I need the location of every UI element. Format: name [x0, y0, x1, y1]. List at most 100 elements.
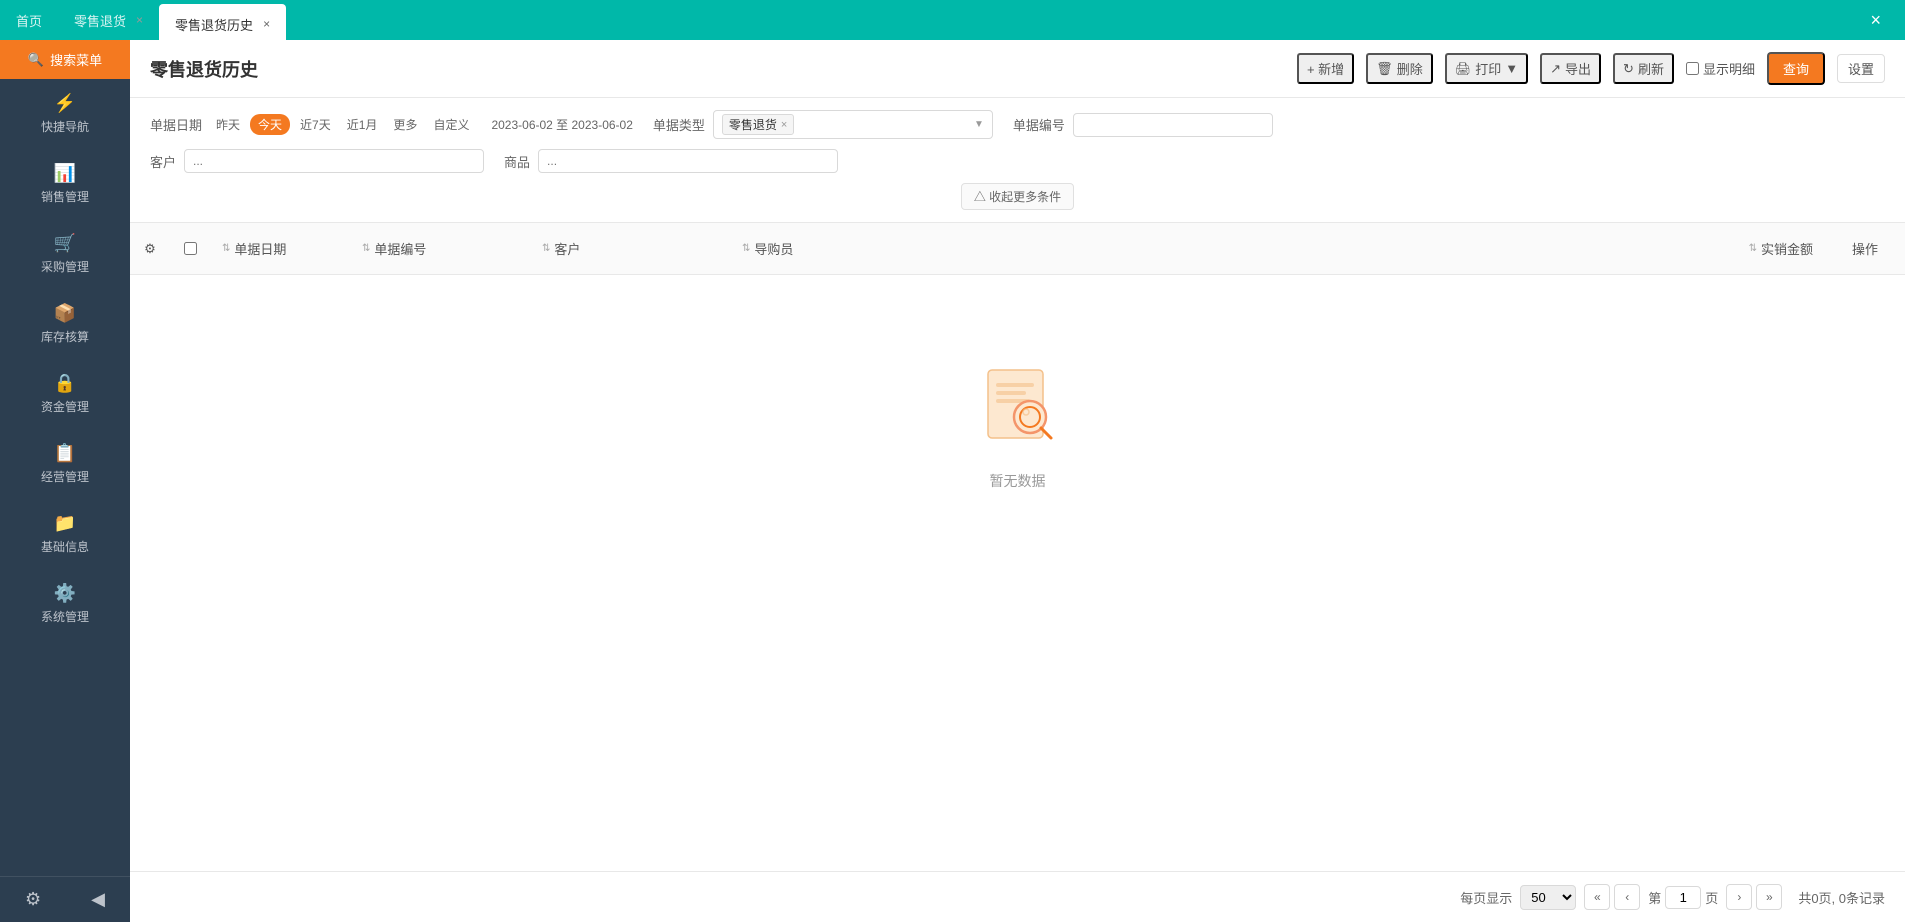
table-header: ⚙ ⇅ 单据日期 ⇅ 单据编号 ⇅ 客户	[130, 223, 1905, 275]
tab-bar: 首页 零售退货 × 零售退货历史 ×	[0, 0, 1862, 40]
th-checkbox[interactable]	[170, 234, 210, 263]
content-area: 零售退货历史 + 新增 🗑 删除 🖨 打印 ▼ ↗ 导出 ↻	[130, 40, 1905, 922]
bill-number-label: 单据编号	[1013, 115, 1065, 134]
print-button[interactable]: 🖨 打印 ▼	[1445, 53, 1528, 84]
empty-state: 暂无数据	[130, 275, 1905, 571]
bill-type-tag-value: 零售退货	[729, 116, 777, 133]
goods-label: 商品	[504, 152, 530, 171]
basic-info-icon: 📁	[54, 513, 76, 534]
tab-retail-return-history[interactable]: 零售退货历史 ×	[159, 4, 286, 44]
page-last-btn[interactable]: »	[1756, 884, 1782, 910]
sort-icon-amount: ⇅	[1749, 243, 1757, 254]
date-btn-custom[interactable]: 自定义	[427, 114, 475, 135]
filter-row-1: 单据日期 昨天 今天 近7天 近1月 更多 自定义 2023-06-02 至 2…	[150, 110, 1885, 139]
tab-retail-return-close[interactable]: ×	[136, 13, 143, 27]
quick-nav-icon: ⚡	[54, 93, 76, 114]
table-container: ⚙ ⇅ 单据日期 ⇅ 单据编号 ⇅ 客户	[130, 223, 1905, 571]
sidebar-item-inventory[interactable]: 📦 库存核算	[0, 289, 130, 359]
date-btn-yesterday[interactable]: 昨天	[210, 114, 246, 135]
sidebar-item-purchase-mgmt[interactable]: 🛒 采购管理	[0, 219, 130, 289]
show-detail-checkbox-label[interactable]: 显示明细	[1686, 59, 1755, 78]
bill-type-tag-close[interactable]: ×	[781, 119, 787, 131]
th-amount: ⇅ 实销金额	[1705, 231, 1825, 266]
export-label: 导出	[1565, 59, 1591, 78]
system-mgmt-icon: ⚙️	[54, 583, 76, 604]
sidebar-item-quick-nav[interactable]: ⚡ 快捷导航	[0, 79, 130, 149]
page-next-btn[interactable]: ›	[1726, 884, 1752, 910]
total-info: 共0页, 0条记录	[1798, 888, 1885, 907]
sort-icon-customer: ⇅	[542, 243, 550, 254]
tab-retail-return-history-close[interactable]: ×	[263, 17, 270, 31]
tab-retail-return[interactable]: 零售退货 ×	[58, 0, 159, 40]
th-operate-label: 操作	[1852, 239, 1878, 258]
date-btn-1month[interactable]: 近1月	[341, 114, 384, 135]
refresh-button[interactable]: ↻ 刷新	[1613, 53, 1674, 84]
refresh-icon: ↻	[1623, 61, 1634, 77]
sidebar-settings-btn[interactable]: ⚙	[25, 889, 41, 910]
date-btn-today[interactable]: 今天	[250, 114, 290, 135]
sales-mgmt-icon: 📊	[54, 163, 76, 184]
purchase-mgmt-icon: 🛒	[54, 233, 76, 254]
goods-input[interactable]	[538, 149, 838, 173]
sidebar-item-operations[interactable]: 📋 经营管理	[0, 429, 130, 499]
sidebar-collapse-btn[interactable]: ◀	[91, 889, 105, 910]
main-layout: 🔍 搜索菜单 ⚡ 快捷导航 📊 销售管理 🛒 采购管理 📦 库存核算 🔒 资金管…	[0, 40, 1905, 922]
show-detail-label: 显示明细	[1703, 59, 1755, 78]
delete-button[interactable]: 🗑 删除	[1366, 53, 1433, 84]
page-size-select[interactable]: 50 10 20 100	[1520, 885, 1576, 910]
sidebar-search[interactable]: 🔍 搜索菜单	[0, 40, 130, 79]
window-close-btn[interactable]: ×	[1862, 6, 1889, 35]
empty-illustration	[968, 355, 1068, 455]
date-range-display: 2023-06-02 至 2023-06-02	[491, 116, 632, 133]
bill-type-label: 单据类型	[653, 115, 705, 134]
bill-number-input[interactable]	[1073, 113, 1273, 137]
th-customer-label: 客户	[554, 239, 580, 258]
show-detail-checkbox[interactable]	[1686, 62, 1699, 75]
page-prev-btn[interactable]: ‹	[1614, 884, 1640, 910]
bill-type-dropdown-arrow: ▼	[974, 119, 984, 130]
settings-button[interactable]: 设置	[1837, 54, 1885, 83]
tab-retail-return-label: 零售退货	[74, 11, 126, 30]
filter-row-2: 客户 商品	[150, 149, 1885, 173]
th-operate: 操作	[1825, 231, 1905, 266]
bill-type-select[interactable]: 零售退货 × ▼	[713, 110, 993, 139]
date-filter-item: 单据日期 昨天 今天 近7天 近1月 更多 自定义 2023-06-02 至 2…	[150, 114, 633, 135]
sidebar-item-finance[interactable]: 🔒 资金管理	[0, 359, 130, 429]
topbar: 首页 零售退货 × 零售退货历史 × ×	[0, 0, 1905, 40]
th-settings[interactable]: ⚙	[130, 233, 170, 265]
sort-icon-date: ⇅	[222, 243, 230, 254]
sort-icon-billno: ⇅	[362, 243, 370, 254]
th-guide-label: 导购员	[754, 239, 793, 258]
sidebar-item-sales-mgmt[interactable]: 📊 销售管理	[0, 149, 130, 219]
date-btn-7days[interactable]: 近7天	[294, 114, 337, 135]
page-nav-next: › »	[1726, 884, 1782, 910]
inventory-icon: 📦	[54, 303, 76, 324]
delete-icon: 🗑	[1376, 61, 1393, 77]
sidebar-item-operations-label: 经营管理	[41, 468, 89, 485]
page-number-input[interactable]: 1	[1665, 886, 1701, 909]
topbar-right: ×	[1862, 6, 1905, 35]
sidebar-item-quick-nav-label: 快捷导航	[41, 118, 89, 135]
finance-icon: 🔒	[54, 373, 76, 394]
sidebar-item-system-mgmt[interactable]: ⚙️ 系统管理	[0, 569, 130, 639]
add-button[interactable]: + 新增	[1297, 53, 1354, 84]
page-nav: « ‹	[1584, 884, 1640, 910]
sidebar-item-basic-info[interactable]: 📁 基础信息	[0, 499, 130, 569]
customer-input[interactable]	[184, 149, 484, 173]
customer-filter-item: 客户	[150, 149, 484, 173]
date-btn-more[interactable]: 更多	[387, 114, 423, 135]
page-header: 零售退货历史 + 新增 🗑 删除 🖨 打印 ▼ ↗ 导出 ↻	[130, 40, 1905, 98]
select-all-checkbox[interactable]	[184, 242, 197, 255]
print-label: 打印	[1475, 59, 1501, 78]
sidebar: 🔍 搜索菜单 ⚡ 快捷导航 📊 销售管理 🛒 采购管理 📦 库存核算 🔒 资金管…	[0, 40, 130, 922]
export-button[interactable]: ↗ 导出	[1540, 53, 1601, 84]
operations-icon: 📋	[54, 443, 76, 464]
tab-home[interactable]: 首页	[0, 0, 58, 40]
query-button[interactable]: 查询	[1767, 52, 1825, 85]
collapse-button[interactable]: △ 收起更多条件	[961, 183, 1074, 210]
th-bill-no: ⇅ 单据编号	[350, 231, 530, 266]
page-first-btn[interactable]: «	[1584, 884, 1610, 910]
print-dropdown-icon: ▼	[1505, 61, 1518, 76]
filter-area: 单据日期 昨天 今天 近7天 近1月 更多 自定义 2023-06-02 至 2…	[130, 98, 1905, 223]
bill-number-filter-item: 单据编号	[1013, 113, 1273, 137]
